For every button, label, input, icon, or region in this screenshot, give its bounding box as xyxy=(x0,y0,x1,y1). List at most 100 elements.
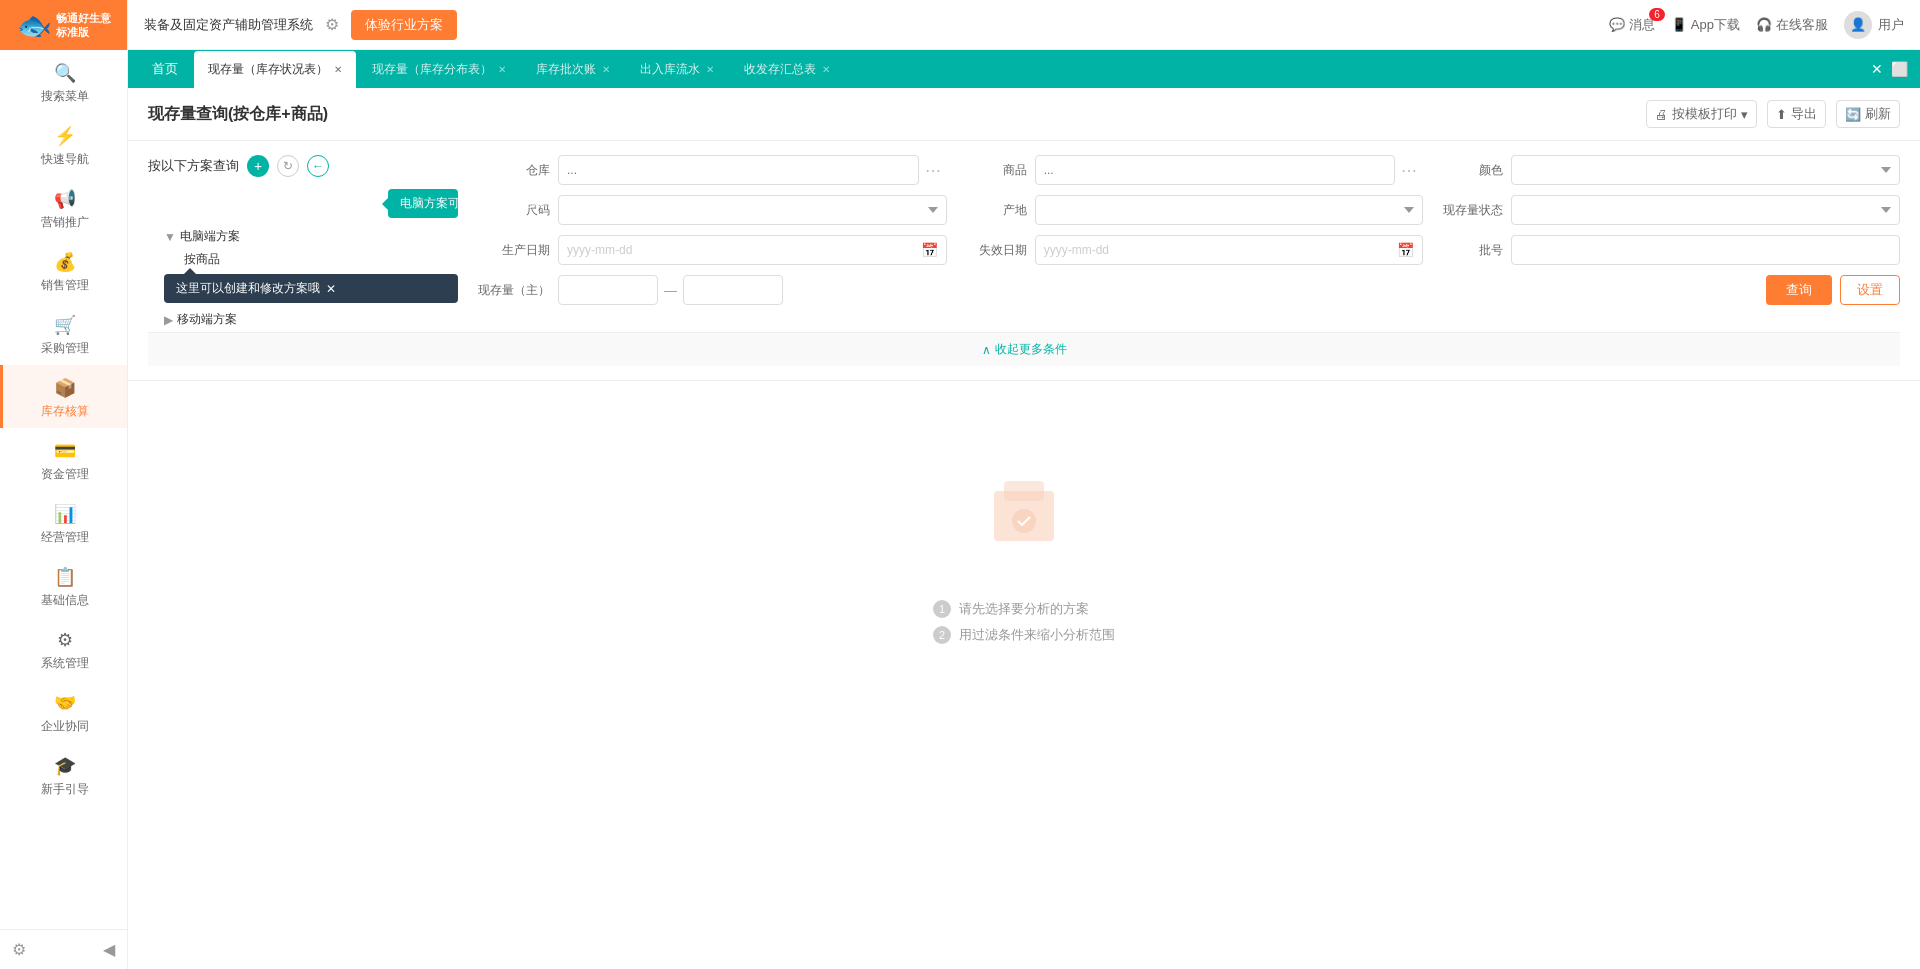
export-button[interactable]: ⬆ 导出 xyxy=(1767,100,1826,128)
page-actions: 🖨 按模板打印 ▾ ⬆ 导出 🔄 刷新 xyxy=(1646,100,1900,128)
filter-group-origin: 产地 xyxy=(955,195,1424,225)
tooltip2-text: 这里可以创建和修改方案哦 xyxy=(176,280,320,297)
calendar-icon[interactable]: 📅 xyxy=(921,242,938,258)
collapse-label: 收起更多条件 xyxy=(995,341,1067,358)
filter-row-4: 现存量（主） — 查询 设置 xyxy=(478,275,1900,305)
sidebar-item-label: 资金管理 xyxy=(41,466,89,483)
filter-main-row: 按以下方案查询 + ↻ ← 电脑方案可设为移动方案哦 ✕ xyxy=(148,155,1900,332)
tab-close-icon[interactable]: ✕ xyxy=(706,64,714,75)
prod-date-input[interactable]: yyyy-mm-dd 📅 xyxy=(558,235,947,265)
scheme-tree: ▼ 电脑端方案 按商品 这里可以创建和修改方案哦 ✕ xyxy=(148,228,458,328)
sidebar-logo: 🐟 畅通好生意 标准版 xyxy=(0,0,127,50)
sidebar-item-label: 营销推广 xyxy=(41,214,89,231)
quicknav-icon: ⚡ xyxy=(54,125,76,147)
tab-inventory-status[interactable]: 现存量（库存状况表） ✕ xyxy=(194,51,356,88)
sidebar-item-search[interactable]: 🔍 搜索菜单 xyxy=(0,50,127,113)
tab-close-all-icon[interactable]: ✕ xyxy=(1871,61,1883,77)
exp-button[interactable]: 体验行业方案 xyxy=(351,10,457,40)
warehouse-dots[interactable]: ⋯ xyxy=(925,161,941,180)
tooltip2-container: 这里可以创建和修改方案哦 ✕ xyxy=(164,274,458,303)
scheme-pc-row: ▼ 电脑端方案 xyxy=(164,228,458,245)
sidebar-item-purchase[interactable]: 🛒 采购管理 xyxy=(0,302,127,365)
origin-select[interactable] xyxy=(1035,195,1424,225)
sidebar-item-label: 企业协同 xyxy=(41,718,89,735)
range-dash: — xyxy=(664,283,677,298)
collapse-bar[interactable]: ∧ 收起更多条件 xyxy=(148,332,1900,366)
tip2-text: 用过滤条件来缩小分析范围 xyxy=(959,626,1115,644)
logo-icon: 🐟 xyxy=(17,9,52,42)
app-download-button[interactable]: 📱 App下载 xyxy=(1671,16,1740,34)
tab-restore-icon[interactable]: ⬜ xyxy=(1891,61,1908,77)
sidebar-item-quicknav[interactable]: ⚡ 快速导航 xyxy=(0,113,127,176)
tab-close-icon[interactable]: ✕ xyxy=(822,64,830,75)
warehouse-label: 仓库 xyxy=(478,162,558,179)
refresh-scheme-button[interactable]: ↻ xyxy=(277,155,299,177)
service-button[interactable]: 🎧 在线客服 xyxy=(1756,16,1828,34)
stock-status-label: 现存量状态 xyxy=(1431,202,1511,219)
exp-date-input[interactable]: yyyy-mm-dd 📅 xyxy=(1035,235,1424,265)
message-badge: 6 xyxy=(1649,8,1665,21)
expand-mobile-icon[interactable]: ▶ xyxy=(164,313,173,327)
size-select[interactable] xyxy=(558,195,947,225)
tab-close-icon[interactable]: ✕ xyxy=(498,64,506,75)
filter-group-stock-status: 现存量状态 xyxy=(1431,195,1900,225)
sidebar-item-guide[interactable]: 🎓 新手引导 xyxy=(0,743,127,806)
tab-inout-summary[interactable]: 收发存汇总表 ✕ xyxy=(730,51,844,88)
filter-left-panel: 按以下方案查询 + ↻ ← 电脑方案可设为移动方案哦 ✕ xyxy=(148,155,458,332)
message-button[interactable]: 💬 消息 6 xyxy=(1609,16,1655,34)
expand-pc-icon[interactable]: ▼ xyxy=(164,230,176,244)
add-scheme-button[interactable]: + xyxy=(247,155,269,177)
tab-close-icon[interactable]: ✕ xyxy=(334,64,342,75)
batch-input[interactable] xyxy=(1511,235,1900,265)
user-profile[interactable]: 👤 用户 xyxy=(1844,11,1904,39)
settings-icon[interactable]: ⚙ xyxy=(12,940,26,959)
stock-main-min[interactable] xyxy=(558,275,658,305)
sidebar-item-sales[interactable]: 💰 销售管理 xyxy=(0,239,127,302)
tab-inventory-dist[interactable]: 现存量（库存分布表） ✕ xyxy=(358,51,520,88)
print-button[interactable]: 🖨 按模板打印 ▾ xyxy=(1646,100,1757,128)
tooltip-pc-scheme: 电脑方案可设为移动方案哦 ✕ xyxy=(388,189,458,218)
sales-icon: 💰 xyxy=(54,251,76,273)
tip1-text: 请先选择要分析的方案 xyxy=(959,600,1089,618)
warehouse-input[interactable] xyxy=(558,155,919,185)
tab-close-icon[interactable]: ✕ xyxy=(602,64,610,75)
tip2-number: 2 xyxy=(933,626,951,644)
search-button[interactable]: 查询 xyxy=(1766,275,1832,305)
sidebar-item-marketing[interactable]: 📢 营销推广 xyxy=(0,176,127,239)
prod-date-placeholder: yyyy-mm-dd xyxy=(567,243,632,257)
finance-icon: 💳 xyxy=(54,440,76,462)
scheme-mobile-label[interactable]: 移动端方案 xyxy=(177,311,237,328)
sidebar-item-operation[interactable]: 📊 经营管理 xyxy=(0,491,127,554)
sidebar-item-label: 销售管理 xyxy=(41,277,89,294)
filter-group-color: 颜色 xyxy=(1431,155,1900,185)
stock-main-max[interactable] xyxy=(683,275,783,305)
sidebar-item-inventory[interactable]: 📦 库存核算 xyxy=(0,365,127,428)
stock-status-select[interactable] xyxy=(1511,195,1900,225)
operation-icon: 📊 xyxy=(54,503,76,525)
calendar-icon[interactable]: 📅 xyxy=(1397,242,1414,258)
tooltip2-close[interactable]: ✕ xyxy=(326,282,336,296)
sidebar-item-finance[interactable]: 💳 资金管理 xyxy=(0,428,127,491)
settings-button[interactable]: ⚙ xyxy=(325,15,339,34)
arrow-left-button[interactable]: ← xyxy=(307,155,329,177)
goods-input[interactable] xyxy=(1035,155,1396,185)
tooltip1-close[interactable]: ✕ xyxy=(550,197,560,211)
tab-home[interactable]: 首页 xyxy=(136,50,194,88)
marketing-icon: 📢 xyxy=(54,188,76,210)
tab-batch-account[interactable]: 库存批次账 ✕ xyxy=(522,51,624,88)
refresh-button[interactable]: 🔄 刷新 xyxy=(1836,100,1900,128)
collapse-sidebar-icon[interactable]: ◀ xyxy=(103,940,115,959)
sidebar-item-system[interactable]: ⚙ 系统管理 xyxy=(0,617,127,680)
tab-bar: 首页 现存量（库存状况表） ✕ 现存量（库存分布表） ✕ 库存批次账 ✕ 出入库… xyxy=(128,50,1920,88)
empty-illustration xyxy=(974,461,1074,580)
sidebar-item-basic[interactable]: 📋 基础信息 xyxy=(0,554,127,617)
color-select[interactable] xyxy=(1511,155,1900,185)
export-icon: ⬆ xyxy=(1776,107,1787,122)
scheme-pc-label[interactable]: 电脑端方案 xyxy=(180,228,240,245)
chevron-down-icon: ▾ xyxy=(1741,107,1748,122)
sidebar-item-company[interactable]: 🤝 企业协同 xyxy=(0,680,127,743)
reset-button[interactable]: 设置 xyxy=(1840,275,1900,305)
tab-inout-flow[interactable]: 出入库流水 ✕ xyxy=(626,51,728,88)
goods-dots[interactable]: ⋯ xyxy=(1401,161,1417,180)
filter-group-exp-date: 失效日期 yyyy-mm-dd 📅 xyxy=(955,235,1424,265)
